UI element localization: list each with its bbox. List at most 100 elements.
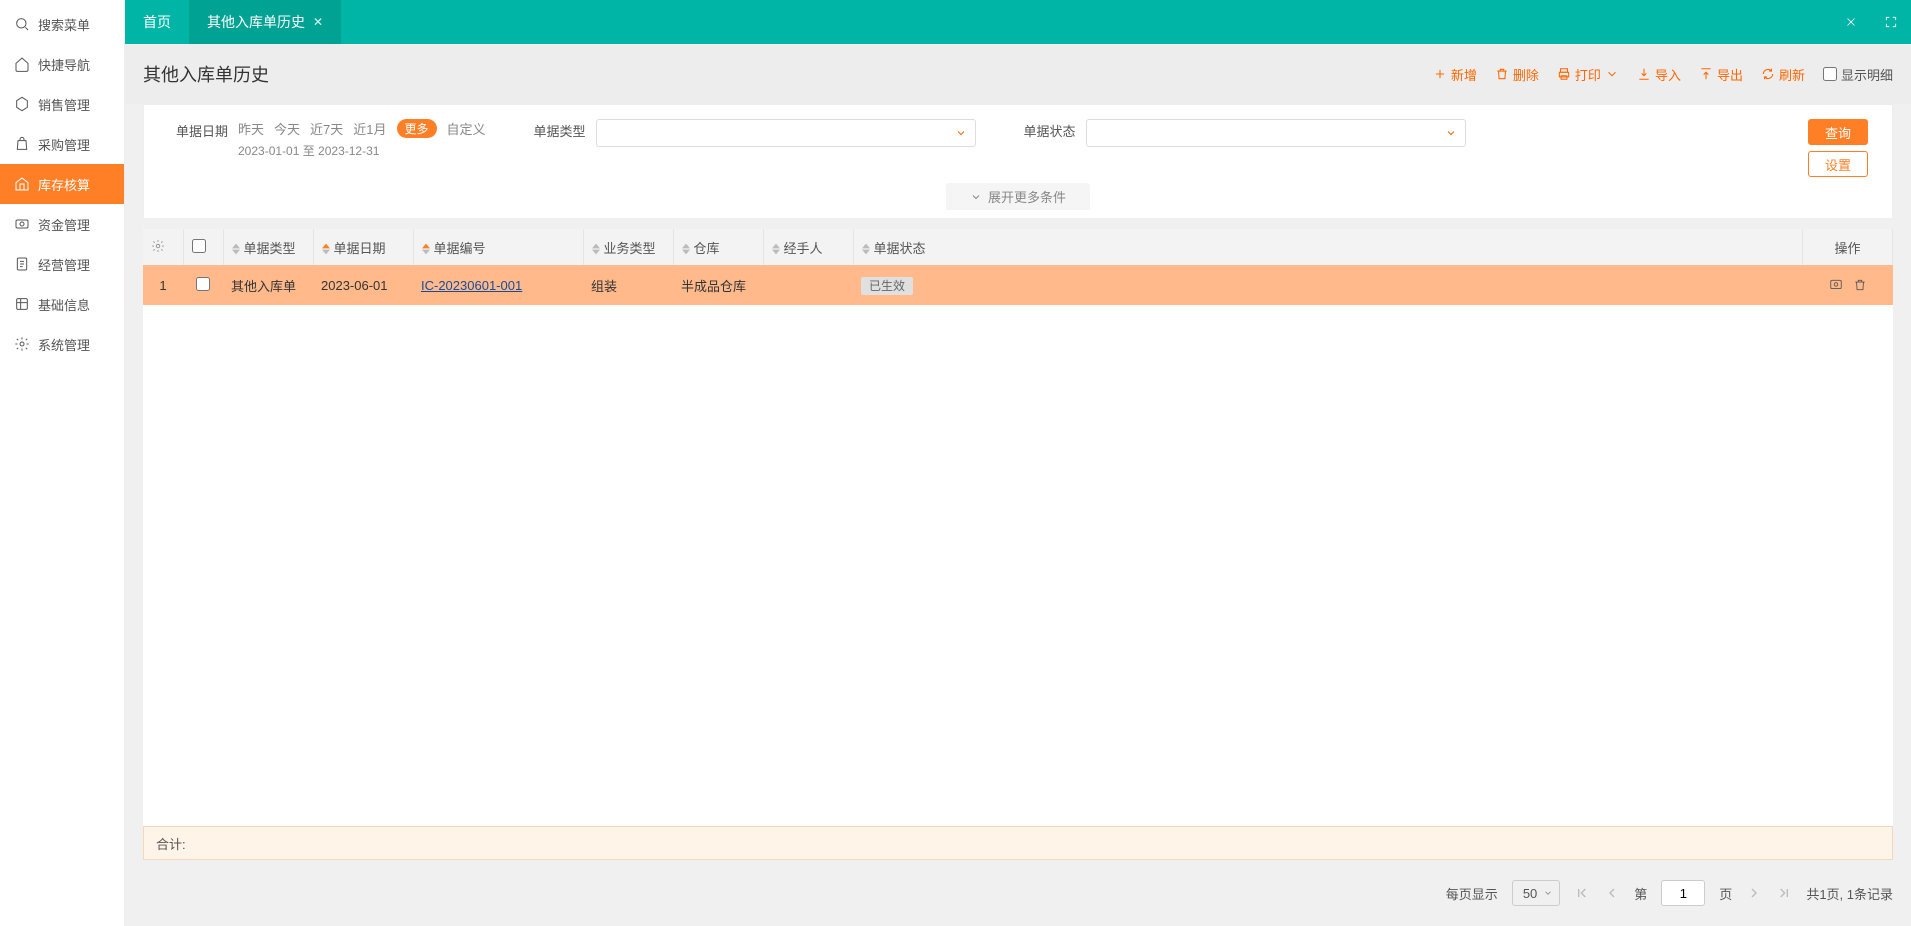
money-icon bbox=[14, 216, 30, 232]
select-all-checkbox[interactable] bbox=[192, 239, 206, 253]
new-button[interactable]: 新增 bbox=[1433, 65, 1477, 84]
column-doc-no[interactable]: 单据编号 bbox=[413, 229, 583, 265]
print-button[interactable]: 打印 bbox=[1557, 65, 1619, 84]
header-actions: 新增 删除 打印 导入 导出 刷新 显示明细 bbox=[1433, 65, 1893, 84]
home-icon bbox=[14, 56, 30, 72]
date-opt-today[interactable]: 今天 bbox=[274, 119, 300, 138]
date-opt-more[interactable]: 更多 bbox=[397, 119, 437, 138]
date-opt-7days[interactable]: 近7天 bbox=[310, 119, 343, 138]
expand-conditions-button[interactable]: 展开更多条件 bbox=[946, 183, 1090, 210]
sidebar-item-sales[interactable]: 销售管理 bbox=[0, 84, 124, 124]
data-table-wrap: 单据类型 单据日期 单据编号 业务类型 仓库 经手人 单据状态 操作 1 其他 bbox=[143, 229, 1893, 826]
settings-button[interactable]: 设置 bbox=[1808, 151, 1868, 177]
filter-status-label: 单据状态 bbox=[1016, 119, 1076, 140]
query-button[interactable]: 查询 bbox=[1808, 119, 1868, 145]
column-handler[interactable]: 经手人 bbox=[763, 229, 853, 265]
last-page-icon[interactable] bbox=[1776, 885, 1792, 901]
pagination-bar: 每页显示 50 第 页 共1页, 1条记录 bbox=[143, 870, 1893, 916]
date-opt-1month[interactable]: 近1月 bbox=[353, 119, 386, 138]
sidebar-item-label: 快捷导航 bbox=[38, 55, 90, 74]
refresh-button[interactable]: 刷新 bbox=[1761, 65, 1805, 84]
window-fullscreen-button[interactable] bbox=[1871, 0, 1911, 44]
sidebar-item-inventory[interactable]: 库存核算 bbox=[0, 164, 124, 204]
chevron-down-icon bbox=[1543, 888, 1553, 898]
sidebar-item-finance[interactable]: 资金管理 bbox=[0, 204, 124, 244]
doc-type-select[interactable] bbox=[596, 119, 976, 147]
filter-date-group: 单据日期 昨天 今天 近7天 近1月 更多 自定义 2023-01-01 至 2… bbox=[168, 119, 486, 159]
sidebar-item-system[interactable]: 系统管理 bbox=[0, 324, 124, 364]
sidebar-item-label: 资金管理 bbox=[38, 215, 90, 234]
column-settings-header[interactable] bbox=[143, 229, 183, 265]
summary-bar: 合计: bbox=[143, 826, 1893, 860]
cell-handler bbox=[763, 265, 853, 305]
cell-warehouse: 半成品仓库 bbox=[673, 265, 763, 305]
chevron-down-icon bbox=[955, 127, 967, 139]
doc-status-select[interactable] bbox=[1086, 119, 1466, 147]
page-header: 其他入库单历史 新增 删除 打印 导入 导出 刷新 显示明细 bbox=[125, 44, 1911, 104]
delete-icon[interactable] bbox=[1853, 278, 1867, 292]
import-button[interactable]: 导入 bbox=[1637, 65, 1681, 84]
column-status[interactable]: 单据状态 bbox=[853, 229, 1803, 265]
close-icon[interactable]: ✕ bbox=[313, 15, 323, 29]
filter-panel: 单据日期 昨天 今天 近7天 近1月 更多 自定义 2023-01-01 至 2… bbox=[143, 104, 1893, 219]
sidebar-item-label: 库存核算 bbox=[38, 175, 90, 194]
doc-no-link[interactable]: IC-20230601-001 bbox=[421, 278, 522, 293]
sidebar-item-business[interactable]: 经营管理 bbox=[0, 244, 124, 284]
sidebar-item-label: 采购管理 bbox=[38, 135, 90, 154]
sidebar-item-label: 搜索菜单 bbox=[38, 15, 90, 34]
next-page-icon[interactable] bbox=[1746, 885, 1762, 901]
sidebar-item-purchase[interactable]: 采购管理 bbox=[0, 124, 124, 164]
cell-doc-date: 2023-06-01 bbox=[313, 265, 413, 305]
per-page-label: 每页显示 bbox=[1446, 884, 1498, 903]
column-biz-type[interactable]: 业务类型 bbox=[583, 229, 673, 265]
sidebar-item-quicknav[interactable]: 快捷导航 bbox=[0, 44, 124, 84]
cell-doc-type: 其他入库单 bbox=[223, 265, 313, 305]
sidebar-item-label: 系统管理 bbox=[38, 335, 90, 354]
filter-type-group: 单据类型 bbox=[526, 119, 976, 147]
column-doc-type[interactable]: 单据类型 bbox=[223, 229, 313, 265]
per-page-select[interactable]: 50 bbox=[1512, 880, 1560, 906]
date-opt-custom[interactable]: 自定义 bbox=[447, 119, 486, 138]
tab-home[interactable]: 首页 bbox=[125, 0, 189, 44]
tab-bar: 首页 其他入库单历史 ✕ bbox=[125, 0, 1911, 44]
chevron-down-icon bbox=[970, 191, 982, 203]
bag-icon bbox=[14, 136, 30, 152]
date-opt-yesterday[interactable]: 昨天 bbox=[238, 119, 264, 138]
tab-label: 首页 bbox=[143, 12, 171, 32]
show-detail-checkbox[interactable] bbox=[1823, 67, 1837, 81]
column-checkbox-header[interactable] bbox=[183, 229, 223, 265]
delete-button[interactable]: 删除 bbox=[1495, 65, 1539, 84]
row-index: 1 bbox=[143, 265, 183, 305]
data-table: 单据类型 单据日期 单据编号 业务类型 仓库 经手人 单据状态 操作 1 其他 bbox=[143, 229, 1893, 305]
cell-biz-type: 组装 bbox=[583, 265, 673, 305]
sidebar-item-label: 经营管理 bbox=[38, 255, 90, 274]
search-icon bbox=[14, 16, 30, 32]
tab-other-inbound-history[interactable]: 其他入库单历史 ✕ bbox=[189, 0, 341, 44]
warehouse-icon bbox=[14, 176, 30, 192]
hexagon-icon bbox=[14, 96, 30, 112]
page-number-input[interactable] bbox=[1661, 880, 1705, 906]
chevron-down-icon bbox=[1605, 67, 1619, 81]
filter-status-group: 单据状态 bbox=[1016, 119, 1466, 147]
sidebar-item-search[interactable]: 搜索菜单 bbox=[0, 4, 124, 44]
view-icon[interactable] bbox=[1829, 278, 1843, 292]
show-detail-toggle[interactable]: 显示明细 bbox=[1823, 65, 1893, 84]
row-checkbox[interactable] bbox=[196, 277, 210, 291]
export-button[interactable]: 导出 bbox=[1699, 65, 1743, 84]
tab-label: 其他入库单历史 bbox=[207, 12, 305, 32]
first-page-icon[interactable] bbox=[1574, 885, 1590, 901]
table-row[interactable]: 1 其他入库单 2023-06-01 IC-20230601-001 组装 半成… bbox=[143, 265, 1893, 305]
clipboard-icon bbox=[14, 256, 30, 272]
summary-label: 合计: bbox=[156, 834, 186, 853]
prev-page-icon[interactable] bbox=[1604, 885, 1620, 901]
column-doc-date[interactable]: 单据日期 bbox=[313, 229, 413, 265]
page-suffix: 页 bbox=[1719, 884, 1732, 903]
gear-icon bbox=[14, 336, 30, 352]
window-close-button[interactable] bbox=[1831, 0, 1871, 44]
column-warehouse[interactable]: 仓库 bbox=[673, 229, 763, 265]
sidebar-item-label: 基础信息 bbox=[38, 295, 90, 314]
filter-type-label: 单据类型 bbox=[526, 119, 586, 140]
sidebar-item-baseinfo[interactable]: 基础信息 bbox=[0, 284, 124, 324]
chevron-down-icon bbox=[1445, 127, 1457, 139]
grid-icon bbox=[14, 296, 30, 312]
